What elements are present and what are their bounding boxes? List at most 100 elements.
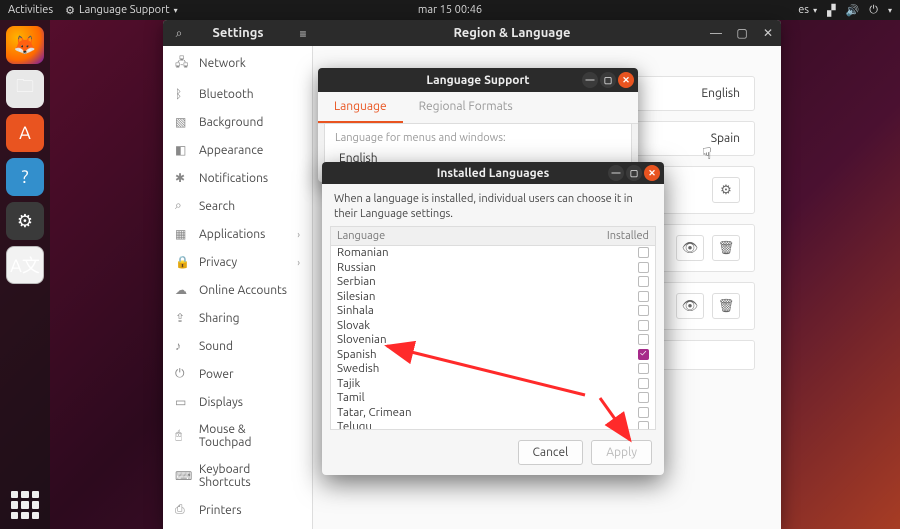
language-row-sinhala[interactable]: Sinhala: [331, 304, 655, 319]
nav-label: Background: [199, 116, 263, 129]
sidebar-item-search[interactable]: ⌕Search: [163, 192, 312, 220]
language-row-tajik[interactable]: Tajik: [331, 376, 655, 391]
nav-icon: ◧: [175, 143, 189, 157]
nav-icon: ⇪: [175, 311, 189, 325]
installed-checkbox[interactable]: [638, 349, 649, 360]
language-row-silesian[interactable]: Silesian: [331, 289, 655, 304]
language-row-romanian[interactable]: Romanian: [331, 246, 655, 261]
maximize-button[interactable]: ▢: [626, 165, 642, 181]
activities-button[interactable]: Activities: [8, 4, 53, 16]
language-row-slovenian[interactable]: Slovenian: [331, 333, 655, 348]
power-icon[interactable]: ⏻: [869, 4, 878, 17]
apply-button[interactable]: Apply: [591, 440, 652, 465]
sidebar-item-bluetooth[interactable]: ᛒBluetooth: [163, 81, 312, 108]
formats-value: Spain: [711, 132, 740, 145]
nav-label: Search: [199, 200, 235, 213]
show-applications-button[interactable]: [11, 491, 39, 519]
dock-item-firefox[interactable]: 🦊: [6, 26, 44, 64]
nav-icon: ⌨: [175, 469, 189, 483]
close-button[interactable]: ✕: [618, 72, 634, 88]
installed-checkbox[interactable]: [638, 421, 649, 428]
clock[interactable]: mar 15 00:46: [418, 4, 482, 16]
settings-header: ⌕ Settings ≡ Region & Language — ▢ ✕: [163, 20, 781, 46]
maximize-button[interactable]: ▢: [600, 72, 616, 88]
app-menu-label: Language Support: [79, 4, 170, 16]
column-installed: Installed: [595, 227, 655, 245]
installed-checkbox[interactable]: [638, 262, 649, 273]
tab-regional-formats[interactable]: Regional Formats: [403, 92, 529, 123]
nav-label: Bluetooth: [199, 88, 254, 101]
language-row-serbian[interactable]: Serbian: [331, 275, 655, 290]
eye-icon[interactable]: 👁: [676, 235, 704, 261]
chevron-right-icon: ›: [297, 257, 300, 268]
sidebar-item-removable-media[interactable]: ⏏Removable Media: [163, 524, 312, 529]
language-row-telugu[interactable]: Telugu: [331, 420, 655, 429]
sidebar-item-privacy[interactable]: 🔒Privacy›: [163, 248, 312, 276]
gear-icon[interactable]: ⚙: [712, 177, 740, 203]
dock-item-settings[interactable]: ⚙: [6, 202, 44, 240]
input-source-indicator[interactable]: es ▾: [798, 4, 817, 16]
language-value: English: [701, 87, 740, 100]
installed-checkbox[interactable]: [638, 392, 649, 403]
installed-checkbox[interactable]: [638, 291, 649, 302]
language-name: Tatar, Crimean: [337, 406, 638, 419]
cancel-button[interactable]: Cancel: [518, 440, 584, 465]
dock-item-help[interactable]: ?: [6, 158, 44, 196]
installed-checkbox[interactable]: [638, 334, 649, 345]
close-button[interactable]: ✕: [755, 21, 781, 45]
sidebar-item-online-accounts[interactable]: ☁Online Accounts: [163, 276, 312, 304]
tab-language[interactable]: Language: [318, 92, 403, 123]
globe-icon: ⚙: [65, 4, 75, 17]
language-name: Sinhala: [337, 304, 638, 317]
language-row-spanish[interactable]: Spanish: [331, 347, 655, 362]
installed-checkbox[interactable]: [638, 320, 649, 331]
language-row-swedish[interactable]: Swedish: [331, 362, 655, 377]
installed-checkbox[interactable]: [638, 363, 649, 374]
volume-icon[interactable]: 🔊: [846, 4, 860, 17]
dock-item-files[interactable]: 🗀: [6, 70, 44, 108]
dock-item-language-support[interactable]: A文: [6, 246, 44, 284]
dock: 🦊 🗀 A ? ⚙ A文: [0, 20, 50, 529]
language-name: Swedish: [337, 362, 638, 375]
dock-item-software[interactable]: A: [6, 114, 44, 152]
trash-icon[interactable]: 🗑: [712, 235, 740, 261]
language-row-slovak[interactable]: Slovak: [331, 318, 655, 333]
minimize-button[interactable]: —: [582, 72, 598, 88]
settings-sidebar: 🖧NetworkᛒBluetooth▧Background◧Appearance…: [163, 46, 313, 529]
sidebar-item-notifications[interactable]: ✱Notifications: [163, 164, 312, 192]
nav-icon: ▦: [175, 227, 189, 241]
sidebar-item-displays[interactable]: ▭Displays: [163, 388, 312, 416]
app-menu[interactable]: ⚙ Language Support ▾: [65, 4, 177, 17]
network-icon[interactable]: ▞: [827, 4, 835, 17]
installed-checkbox[interactable]: [638, 247, 649, 258]
installed-checkbox[interactable]: [638, 378, 649, 389]
nav-icon: ✱: [175, 171, 189, 185]
installed-checkbox[interactable]: [638, 276, 649, 287]
language-list: Language Installed RomanianRussianSerbia…: [330, 226, 656, 430]
sidebar-item-sound[interactable]: ♪Sound: [163, 332, 312, 360]
sidebar-item-applications[interactable]: ▦Applications›: [163, 220, 312, 248]
sidebar-item-printers[interactable]: ⎙Printers: [163, 496, 312, 524]
maximize-button[interactable]: ▢: [729, 21, 755, 45]
eye-icon[interactable]: 👁: [676, 293, 704, 319]
installed-checkbox[interactable]: [638, 407, 649, 418]
sidebar-item-keyboard-shortcuts[interactable]: ⌨ Keyboard Shortcuts: [163, 456, 312, 496]
sidebar-item-power[interactable]: ⏻Power: [163, 360, 312, 388]
sidebar-item-sharing[interactable]: ⇪Sharing: [163, 304, 312, 332]
chevron-down-icon: ▾: [174, 6, 178, 15]
language-row-russian[interactable]: Russian: [331, 260, 655, 275]
sidebar-item-network[interactable]: 🖧Network: [163, 46, 312, 81]
language-row-tamil[interactable]: Tamil: [331, 391, 655, 406]
language-row-tatar-crimean[interactable]: Tatar, Crimean: [331, 405, 655, 420]
installed-checkbox[interactable]: [638, 305, 649, 316]
sidebar-item-appearance[interactable]: ◧Appearance: [163, 136, 312, 164]
sidebar-item-background[interactable]: ▧Background: [163, 108, 312, 136]
language-name: Tajik: [337, 377, 638, 390]
close-button[interactable]: ✕: [644, 165, 660, 181]
minimize-button[interactable]: —: [608, 165, 624, 181]
trash-icon[interactable]: 🗑: [712, 293, 740, 319]
language-name: Romanian: [337, 246, 638, 259]
hamburger-icon[interactable]: ≡: [291, 22, 315, 46]
nav-label: Keyboard Shortcuts: [199, 463, 300, 489]
sidebar-item-mouse-touchpad[interactable]: 🖰Mouse & Touchpad: [163, 416, 312, 456]
